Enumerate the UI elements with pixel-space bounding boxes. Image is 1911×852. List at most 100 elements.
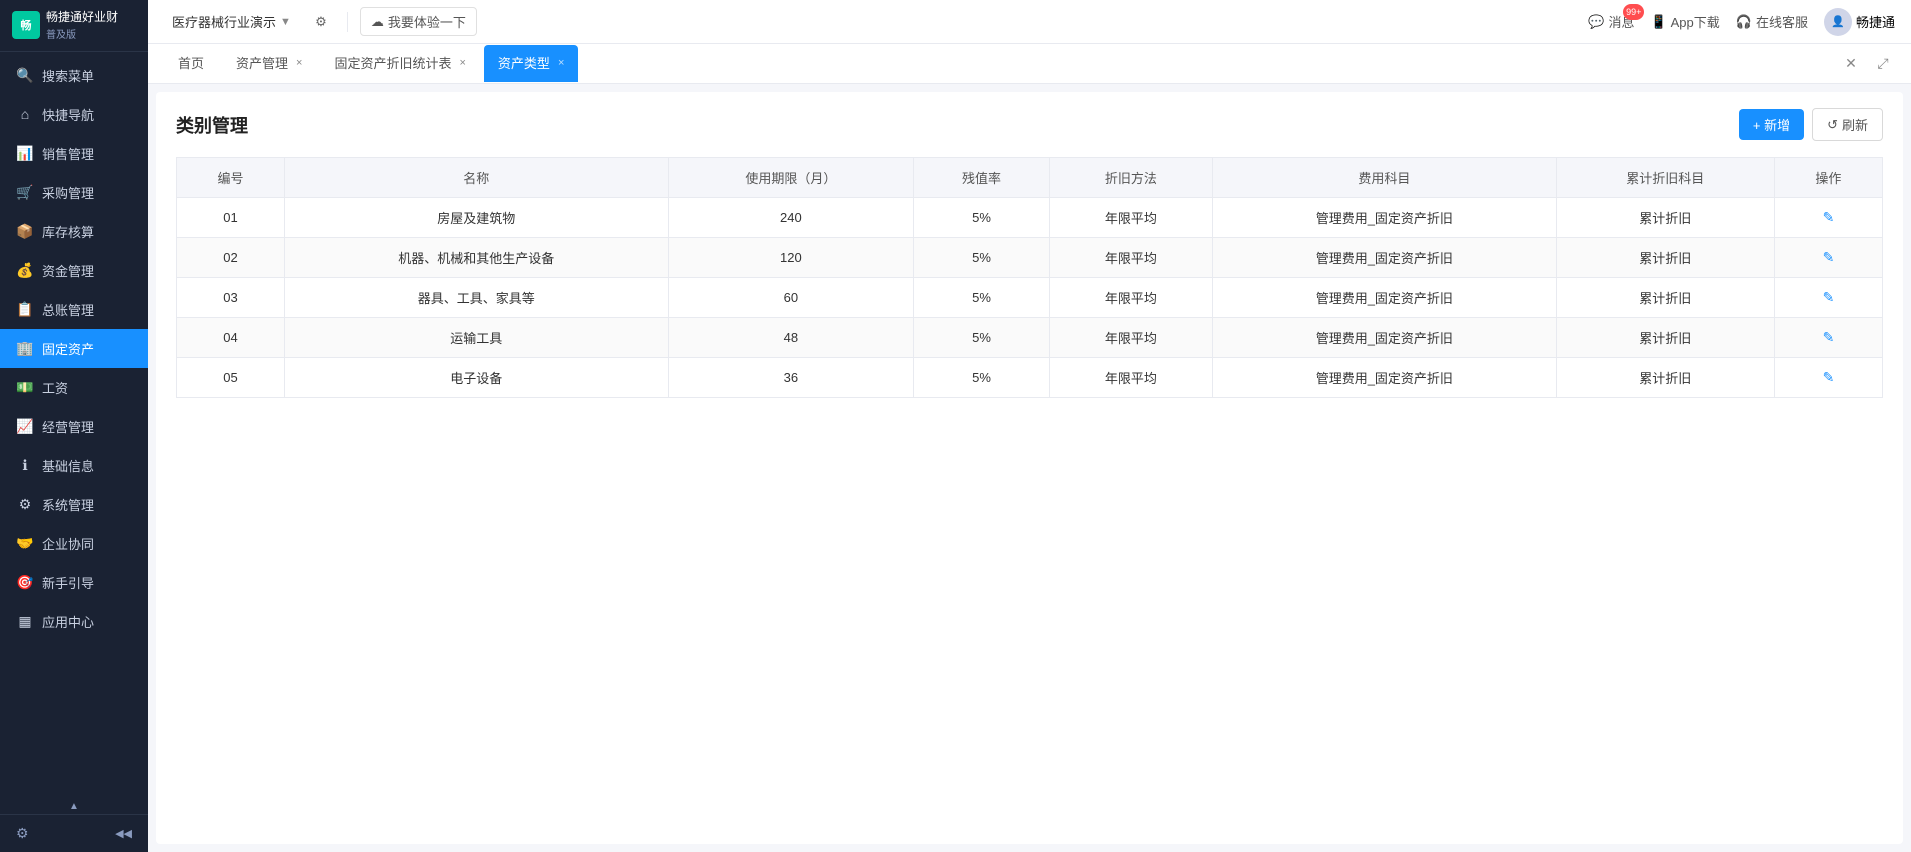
tab-asset-mgmt-close[interactable]: × bbox=[296, 57, 302, 69]
close-window-icon[interactable]: ✕ bbox=[1839, 52, 1863, 76]
cell-action[interactable]: ✎ bbox=[1774, 278, 1882, 318]
cell-accum: 累计折旧 bbox=[1556, 278, 1774, 318]
edit-icon[interactable]: ✎ bbox=[1823, 209, 1835, 225]
experience-label: 我要体验一下 bbox=[388, 12, 466, 31]
table-row: 01 房屋及建筑物 240 5% 年限平均 管理费用_固定资产折旧 累计折旧 ✎ bbox=[177, 198, 1883, 238]
online-service-label: 在线客服 bbox=[1756, 12, 1808, 31]
tab-depreciation-close[interactable]: × bbox=[459, 57, 465, 69]
app-download-button[interactable]: 📱 App下载 bbox=[1650, 12, 1719, 31]
edit-icon[interactable]: ✎ bbox=[1823, 249, 1835, 265]
col-header-action: 操作 bbox=[1774, 158, 1882, 198]
tab-home[interactable]: 首页 bbox=[164, 45, 218, 82]
edit-icon[interactable]: ✎ bbox=[1823, 289, 1835, 305]
cell-id: 02 bbox=[177, 238, 285, 278]
sidebar-item-label-enterprise: 企业协同 bbox=[42, 534, 94, 553]
headset-icon: 🎧 bbox=[1736, 14, 1752, 30]
content-area: 类别管理 + 新增 ↺ 刷新 编号 名称 使用期限（月） 残值率 折旧方法 费用… bbox=[156, 92, 1903, 844]
cell-method: 年限平均 bbox=[1049, 238, 1212, 278]
refresh-button[interactable]: ↺ 刷新 bbox=[1812, 108, 1883, 141]
collapse-icon[interactable]: ◀◀ bbox=[115, 827, 132, 840]
cell-action[interactable]: ✎ bbox=[1774, 198, 1882, 238]
message-button[interactable]: 💬 消息 99+ bbox=[1588, 12, 1634, 31]
sidebar-item-system[interactable]: ⚙ 系统管理 bbox=[0, 485, 148, 524]
scroll-up-arrow[interactable]: ▲ bbox=[0, 801, 148, 812]
user-menu[interactable]: 👤 畅捷通 bbox=[1824, 8, 1895, 36]
ledger-icon: 📋 bbox=[16, 300, 34, 318]
tab-asset-type-label: 资产类型 bbox=[498, 53, 550, 72]
sidebar-item-fixed-assets[interactable]: 🏢 固定资产 bbox=[0, 329, 148, 368]
sidebar-item-label-quick-nav: 快捷导航 bbox=[42, 105, 94, 124]
cell-expense: 管理费用_固定资产折旧 bbox=[1213, 358, 1557, 398]
cell-name: 电子设备 bbox=[285, 358, 668, 398]
sidebar-item-label-app-center: 应用中心 bbox=[42, 612, 94, 631]
message-badge: 99+ bbox=[1623, 4, 1644, 20]
topbar-left: 医疗器械行业演示 ▼ ⚙ ☁ 我要体验一下 bbox=[164, 7, 1576, 36]
cell-action[interactable]: ✎ bbox=[1774, 358, 1882, 398]
sidebar-item-label-search: 搜索菜单 bbox=[42, 66, 94, 85]
new-button[interactable]: + 新增 bbox=[1739, 109, 1804, 140]
expand-window-icon[interactable]: ⤢ bbox=[1871, 52, 1895, 76]
cell-residual: 5% bbox=[914, 238, 1050, 278]
sidebar-item-search[interactable]: 🔍 搜索菜单 bbox=[0, 56, 148, 95]
cell-action[interactable]: ✎ bbox=[1774, 318, 1882, 358]
system-icon: ⚙ bbox=[16, 495, 34, 513]
cell-accum: 累计折旧 bbox=[1556, 238, 1774, 278]
tabs-actions: ✕ ⤢ bbox=[1839, 52, 1895, 76]
sidebar-item-quick-nav[interactable]: ⌂ 快捷导航 bbox=[0, 95, 148, 134]
cell-action[interactable]: ✎ bbox=[1774, 238, 1882, 278]
sidebar-item-label-inventory: 库存核算 bbox=[42, 222, 94, 241]
cell-expense: 管理费用_固定资产折旧 bbox=[1213, 318, 1557, 358]
sidebar-item-guide[interactable]: 🎯 新手引导 bbox=[0, 563, 148, 602]
sidebar-item-payroll[interactable]: 💵 工资 bbox=[0, 368, 148, 407]
cell-id: 01 bbox=[177, 198, 285, 238]
avatar: 👤 bbox=[1824, 8, 1852, 36]
cell-id: 03 bbox=[177, 278, 285, 318]
cell-expense: 管理费用_固定资产折旧 bbox=[1213, 198, 1557, 238]
payroll-icon: 💵 bbox=[16, 378, 34, 396]
app-center-icon: ▦ bbox=[16, 612, 34, 630]
company-selector[interactable]: 医疗器械行业演示 ▼ bbox=[164, 8, 299, 35]
cell-period: 240 bbox=[668, 198, 914, 238]
cell-name: 运输工具 bbox=[285, 318, 668, 358]
settings-footer-icon[interactable]: ⚙ bbox=[16, 825, 29, 842]
sidebar-item-ledger[interactable]: 📋 总账管理 bbox=[0, 290, 148, 329]
username: 畅捷通 bbox=[1856, 12, 1895, 31]
enterprise-icon: 🤝 bbox=[16, 534, 34, 552]
table-row: 03 器具、工具、家具等 60 5% 年限平均 管理费用_固定资产折旧 累计折旧… bbox=[177, 278, 1883, 318]
purchase-icon: 🛒 bbox=[16, 183, 34, 201]
sales-icon: 📊 bbox=[16, 144, 34, 162]
sidebar-header: 畅 畅捷通好业财 普及版 bbox=[0, 0, 148, 52]
edit-icon[interactable]: ✎ bbox=[1823, 369, 1835, 385]
asset-type-table: 编号 名称 使用期限（月） 残值率 折旧方法 费用科目 累计折旧科目 操作 01… bbox=[176, 157, 1883, 398]
tabs-bar: 首页 资产管理 × 固定资产折旧统计表 × 资产类型 × ✕ ⤢ bbox=[148, 44, 1911, 84]
company-settings-icon[interactable]: ⚙ bbox=[307, 8, 335, 36]
message-icon: 💬 bbox=[1588, 14, 1604, 30]
sidebar-item-basic-info[interactable]: ℹ 基础信息 bbox=[0, 446, 148, 485]
guide-icon: 🎯 bbox=[16, 573, 34, 591]
cell-expense: 管理费用_固定资产折旧 bbox=[1213, 238, 1557, 278]
sidebar-item-app-center[interactable]: ▦ 应用中心 bbox=[0, 602, 148, 641]
cell-accum: 累计折旧 bbox=[1556, 358, 1774, 398]
sidebar-item-sales[interactable]: 📊 销售管理 bbox=[0, 134, 148, 173]
cell-name: 机器、机械和其他生产设备 bbox=[285, 238, 668, 278]
experience-button[interactable]: ☁ 我要体验一下 bbox=[360, 7, 477, 36]
tab-asset-mgmt[interactable]: 资产管理 × bbox=[222, 45, 316, 82]
tab-depreciation-report[interactable]: 固定资产折旧统计表 × bbox=[320, 45, 479, 82]
sidebar-item-label-system: 系统管理 bbox=[42, 495, 94, 514]
sidebar-item-capital[interactable]: 💰 资金管理 bbox=[0, 251, 148, 290]
sidebar-item-business-mgmt[interactable]: 📈 经营管理 bbox=[0, 407, 148, 446]
online-service-button[interactable]: 🎧 在线客服 bbox=[1736, 12, 1808, 31]
tab-asset-type[interactable]: 资产类型 × bbox=[484, 45, 578, 82]
refresh-label: 刷新 bbox=[1842, 115, 1868, 134]
sidebar-item-purchase[interactable]: 🛒 采购管理 bbox=[0, 173, 148, 212]
download-icon: 📱 bbox=[1650, 14, 1666, 30]
table-row: 05 电子设备 36 5% 年限平均 管理费用_固定资产折旧 累计折旧 ✎ bbox=[177, 358, 1883, 398]
sidebar-item-enterprise[interactable]: 🤝 企业协同 bbox=[0, 524, 148, 563]
sidebar-item-label-payroll: 工资 bbox=[42, 378, 68, 397]
edit-icon[interactable]: ✎ bbox=[1823, 329, 1835, 345]
sidebar-item-inventory[interactable]: 📦 库存核算 bbox=[0, 212, 148, 251]
cell-accum: 累计折旧 bbox=[1556, 198, 1774, 238]
tab-asset-type-close[interactable]: × bbox=[558, 57, 564, 69]
refresh-icon: ↺ bbox=[1827, 117, 1838, 133]
divider bbox=[347, 12, 348, 32]
